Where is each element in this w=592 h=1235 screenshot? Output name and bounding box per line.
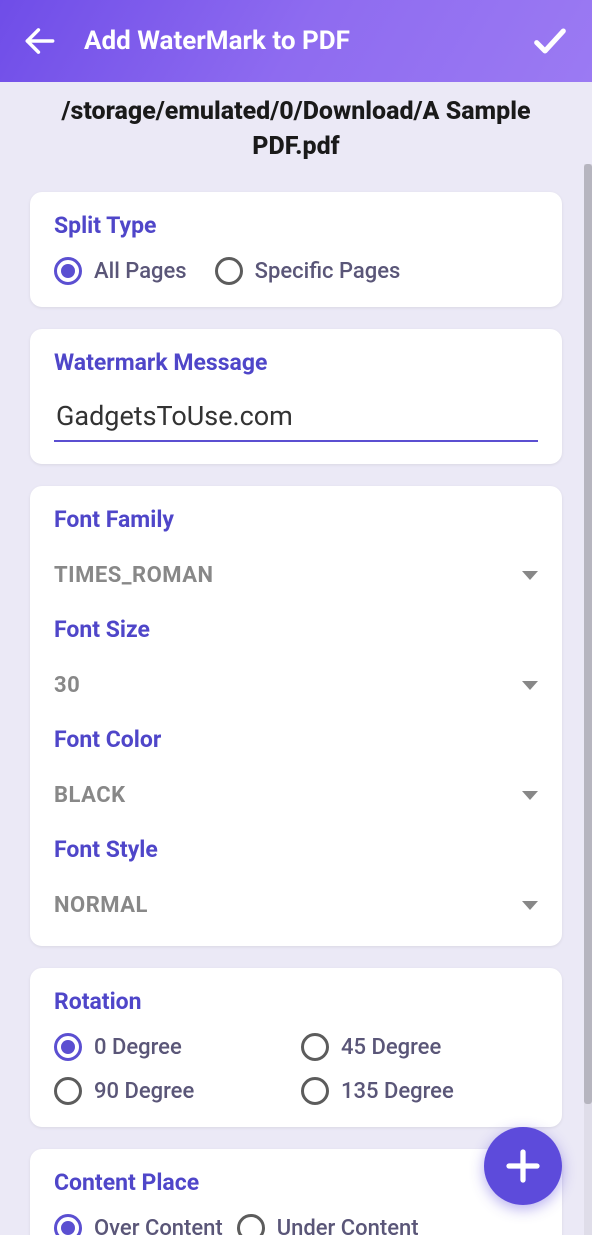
radio-90-degree[interactable]: 90 Degree (54, 1077, 291, 1105)
radio-label: Over Content (94, 1216, 223, 1235)
font-color-title: Font Color (54, 726, 538, 753)
back-arrow-icon[interactable] (20, 21, 60, 61)
split-type-title: Split Type (54, 212, 538, 239)
chevron-down-icon (522, 791, 538, 800)
radio-135-degree[interactable]: 135 Degree (301, 1077, 538, 1105)
split-type-radio-group: All Pages Specific Pages (54, 257, 538, 285)
watermark-message-title: Watermark Message (54, 349, 538, 376)
content-place-radio-group: Over Content Under Content (54, 1214, 538, 1235)
radio-icon (54, 1214, 82, 1235)
rotation-title: Rotation (54, 988, 538, 1015)
watermark-message-card: Watermark Message (30, 329, 562, 464)
confirm-check-icon[interactable] (528, 19, 572, 63)
plus-icon (502, 1145, 544, 1187)
radio-label: Under Content (277, 1216, 419, 1235)
radio-icon (54, 1033, 82, 1061)
font-family-select[interactable]: TIMES_ROMAN (54, 551, 538, 594)
font-style-select[interactable]: NORMAL (54, 881, 538, 924)
radio-specific-pages[interactable]: Specific Pages (215, 257, 401, 285)
select-value: 30 (54, 673, 80, 698)
content-place-title: Content Place (54, 1169, 538, 1196)
split-type-card: Split Type All Pages Specific Pages (30, 192, 562, 307)
radio-label: Specific Pages (255, 259, 401, 284)
radio-label: 90 Degree (94, 1079, 194, 1104)
radio-45-degree[interactable]: 45 Degree (301, 1033, 538, 1061)
radio-under-content[interactable]: Under Content (237, 1214, 419, 1235)
scrollbar-track (584, 164, 592, 1235)
rotation-radio-group: 0 Degree 45 Degree 90 Degree 135 Degree (54, 1033, 538, 1105)
file-path-label: /storage/emulated/0/Download/A Sample PD… (0, 82, 592, 180)
watermark-message-input[interactable] (54, 394, 538, 442)
select-value: NORMAL (54, 893, 148, 918)
font-family-title: Font Family (54, 506, 538, 533)
font-color-select[interactable]: BLACK (54, 771, 538, 814)
radio-label: 135 Degree (341, 1079, 454, 1104)
radio-icon (54, 257, 82, 285)
radio-icon (301, 1033, 329, 1061)
rotation-card: Rotation 0 Degree 45 Degree 90 Degree 13… (30, 968, 562, 1127)
radio-label: 45 Degree (341, 1035, 441, 1060)
content-place-card: Content Place Over Content Under Content (30, 1149, 562, 1235)
font-size-select[interactable]: 30 (54, 661, 538, 704)
radio-label: All Pages (94, 259, 187, 284)
app-header: Add WaterMark to PDF (0, 0, 592, 82)
font-size-title: Font Size (54, 616, 538, 643)
select-value: TIMES_ROMAN (54, 563, 214, 588)
page-title: Add WaterMark to PDF (84, 26, 504, 56)
scrollbar-thumb[interactable] (584, 164, 592, 1104)
content-scroll-area: /storage/emulated/0/Download/A Sample PD… (0, 82, 592, 1235)
radio-over-content[interactable]: Over Content (54, 1214, 223, 1235)
radio-icon (237, 1214, 265, 1235)
radio-icon (301, 1077, 329, 1105)
fab-add-button[interactable] (484, 1127, 562, 1205)
radio-icon (54, 1077, 82, 1105)
chevron-down-icon (522, 901, 538, 910)
radio-icon (215, 257, 243, 285)
font-card: Font Family TIMES_ROMAN Font Size 30 Fon… (30, 486, 562, 946)
radio-all-pages[interactable]: All Pages (54, 257, 187, 285)
radio-label: 0 Degree (94, 1035, 182, 1060)
chevron-down-icon (522, 681, 538, 690)
chevron-down-icon (522, 571, 538, 580)
font-style-title: Font Style (54, 836, 538, 863)
select-value: BLACK (54, 783, 126, 808)
radio-0-degree[interactable]: 0 Degree (54, 1033, 291, 1061)
